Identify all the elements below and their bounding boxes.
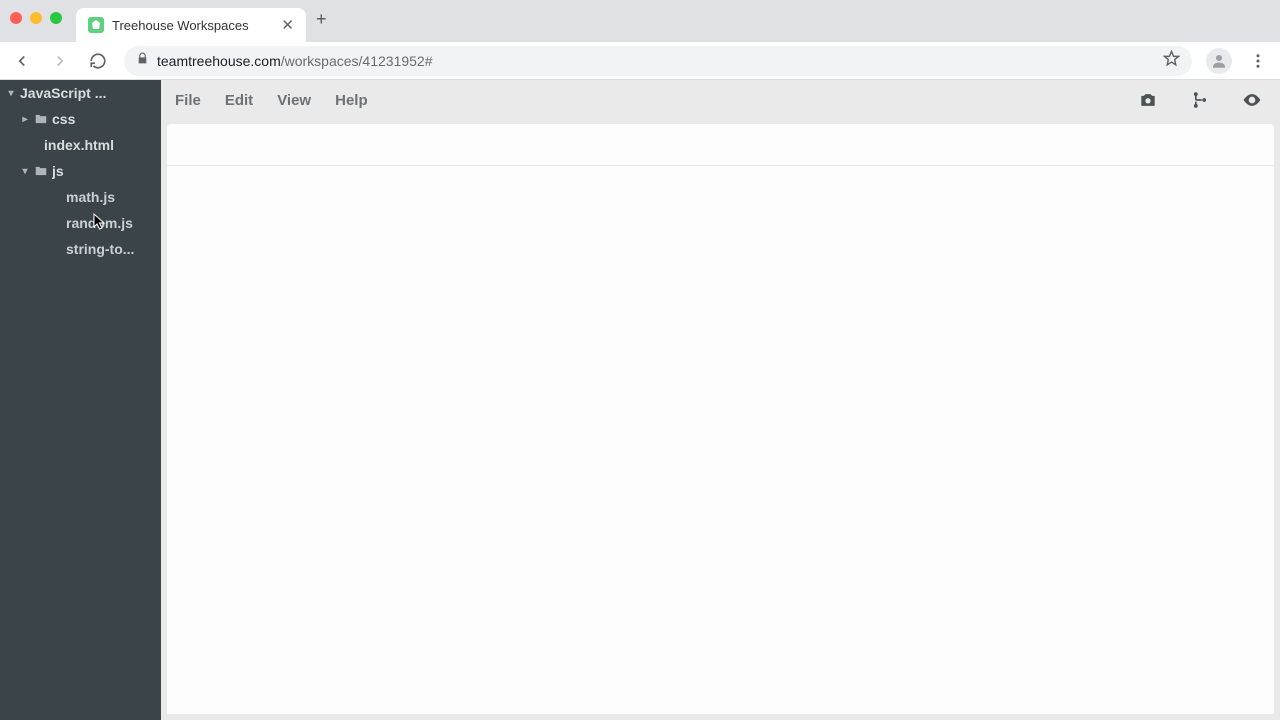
project-root[interactable]: ▾ JavaScript ... xyxy=(0,80,161,106)
tab-close-icon[interactable]: ✕ xyxy=(281,16,294,34)
chevron-down-icon: ▾ xyxy=(6,88,16,99)
file-label: index.html xyxy=(44,137,114,153)
browser-tab-strip: Treehouse Workspaces ✕ + xyxy=(0,0,1280,42)
back-button[interactable] xyxy=(10,49,34,73)
url-text: teamtreehouse.com/workspaces/41231952# xyxy=(157,53,433,69)
profile-avatar[interactable] xyxy=(1206,48,1232,74)
camera-icon[interactable] xyxy=(1134,86,1162,114)
folder-js[interactable]: ▾ js xyxy=(0,158,161,184)
menu-help[interactable]: Help xyxy=(335,92,368,109)
url-path: /workspaces/41231952# xyxy=(281,53,433,69)
browser-toolbar: teamtreehouse.com/workspaces/41231952# xyxy=(0,42,1280,80)
project-name: JavaScript ... xyxy=(20,85,106,101)
chevron-down-icon: ▾ xyxy=(20,166,30,177)
window-minimize-button[interactable] xyxy=(30,12,42,24)
menu-file[interactable]: File xyxy=(175,92,201,109)
file-string-to[interactable]: string-to... xyxy=(0,236,161,262)
editor-tab-bar xyxy=(167,124,1274,166)
window-controls xyxy=(10,0,62,42)
lock-icon xyxy=(136,52,149,70)
window-close-button[interactable] xyxy=(10,12,22,24)
reload-button[interactable] xyxy=(86,49,110,73)
menu-view[interactable]: View xyxy=(277,92,311,109)
window-maximize-button[interactable] xyxy=(50,12,62,24)
folder-icon xyxy=(34,164,48,178)
folder-label: js xyxy=(52,163,64,179)
new-tab-button[interactable]: + xyxy=(306,0,337,42)
treehouse-favicon xyxy=(88,17,104,33)
folder-css[interactable]: ▸ css xyxy=(0,106,161,132)
file-label: math.js xyxy=(66,189,115,205)
workspace-app: ▾ JavaScript ... ▸ css index.html ▾ js m… xyxy=(0,80,1280,720)
browser-tab[interactable]: Treehouse Workspaces ✕ xyxy=(76,8,306,42)
preview-icon[interactable] xyxy=(1238,86,1266,114)
tab-title: Treehouse Workspaces xyxy=(112,18,273,33)
file-label: string-to... xyxy=(66,241,134,257)
file-index-html[interactable]: index.html xyxy=(0,132,161,158)
browser-menu-button[interactable] xyxy=(1246,49,1270,73)
address-bar[interactable]: teamtreehouse.com/workspaces/41231952# xyxy=(124,46,1192,76)
editor-menubar: File Edit View Help xyxy=(161,80,1280,120)
editor-body[interactable] xyxy=(167,166,1274,714)
file-math-js[interactable]: math.js xyxy=(0,184,161,210)
url-host: teamtreehouse.com xyxy=(157,53,281,69)
folder-icon xyxy=(34,112,48,126)
file-tree-sidebar: ▾ JavaScript ... ▸ css index.html ▾ js m… xyxy=(0,80,161,720)
menu-edit[interactable]: Edit xyxy=(225,92,253,109)
file-random-js[interactable]: random.js xyxy=(0,210,161,236)
forward-button[interactable] xyxy=(48,49,72,73)
folder-label: css xyxy=(52,111,75,127)
chevron-right-icon: ▸ xyxy=(20,114,30,125)
fork-icon[interactable] xyxy=(1186,86,1214,114)
file-label: random.js xyxy=(66,215,133,231)
editor-area: File Edit View Help xyxy=(161,80,1280,720)
bookmark-icon[interactable] xyxy=(1163,50,1180,72)
